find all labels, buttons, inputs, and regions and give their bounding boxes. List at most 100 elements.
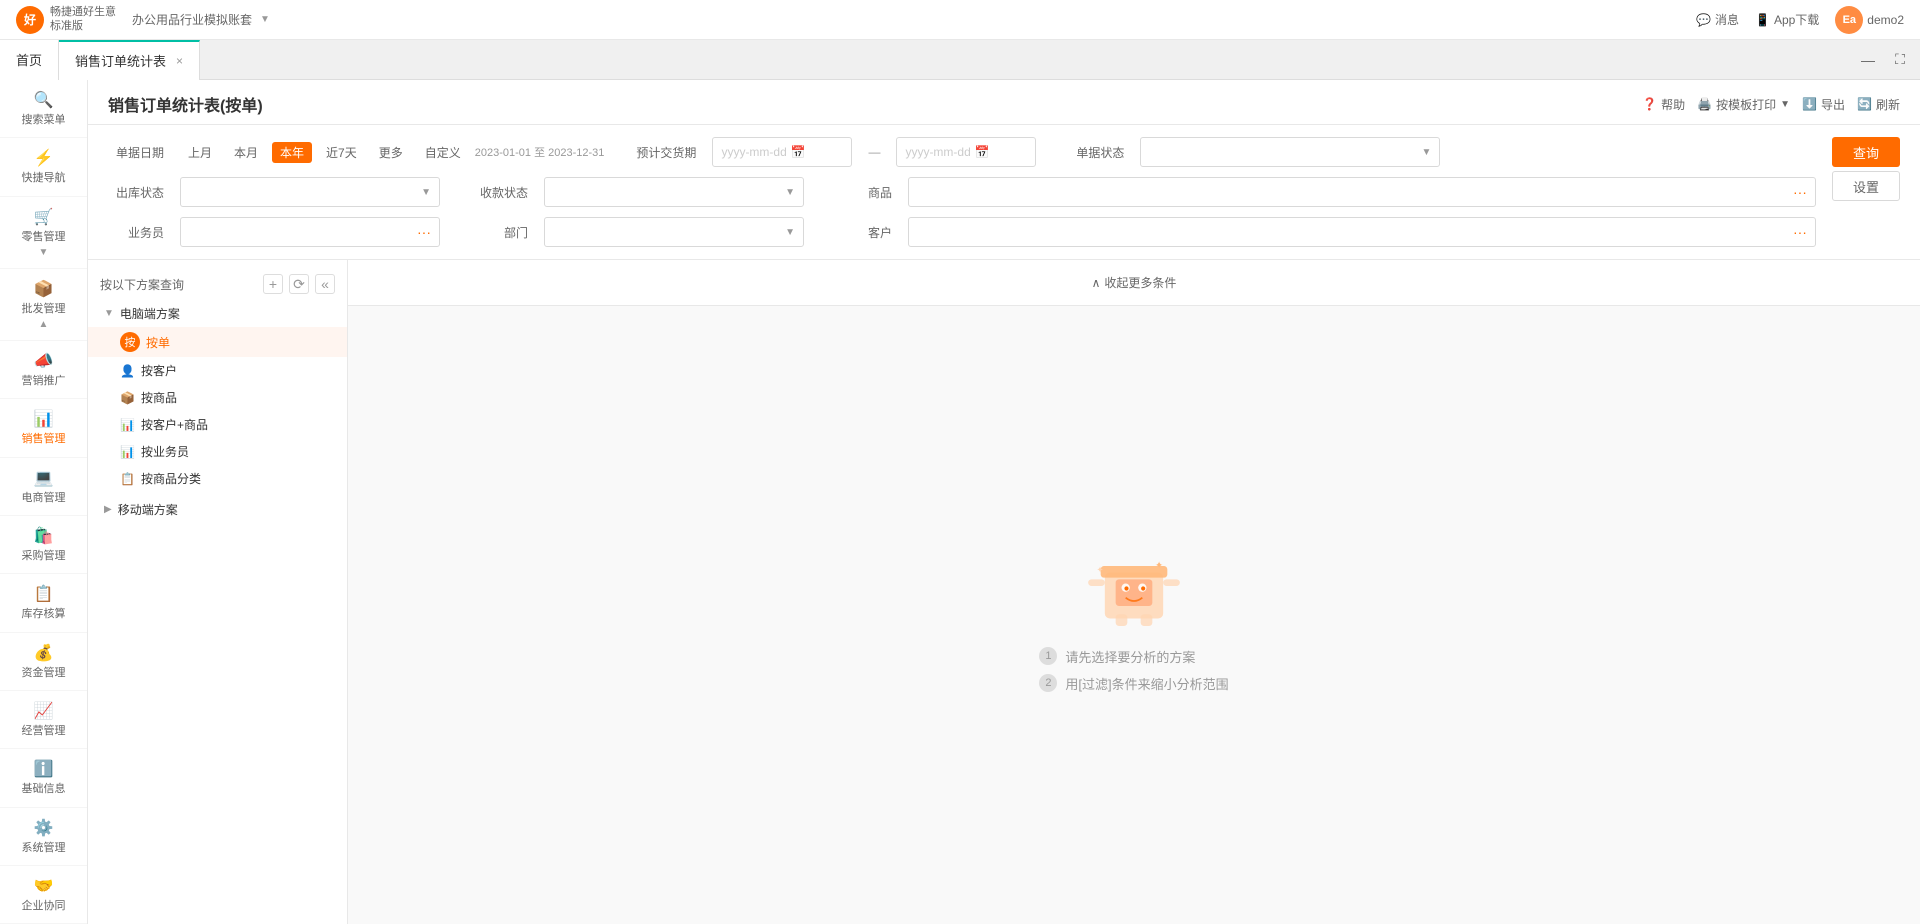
goods-input[interactable]: ··· (908, 177, 1816, 207)
date-this-month-btn[interactable]: 本月 (226, 142, 266, 163)
system-icon: ⚙️ (34, 818, 54, 838)
tree-item-by-goods-category[interactable]: 📋 按商品分类 (88, 465, 347, 492)
ecommerce-icon: 💻 (34, 468, 54, 488)
sidebar-item-operations[interactable]: 📈 经营管理 (0, 691, 87, 749)
sidebar-item-inventory[interactable]: 📋 库存核算 (0, 574, 87, 632)
marketing-icon: 📣 (34, 351, 54, 371)
help-icon: ❓ (1642, 97, 1657, 111)
tree-item-by-customer-goods[interactable]: 📊 按客户+商品 (88, 411, 347, 438)
date-more-btn[interactable]: 更多 (371, 142, 411, 163)
filter-area: 单据日期 上月 本月 本年 近7天 更多 自定义 2023-01-01 至 20… (88, 125, 1920, 260)
tree-item-by-customer[interactable]: 👤 按客户 (88, 357, 347, 384)
tab-close-button[interactable]: × (176, 54, 183, 68)
tree-item-by-goods[interactable]: 📦 按商品 (88, 384, 347, 411)
customer-label: 客户 (836, 224, 892, 241)
customer-input[interactable]: ··· (908, 217, 1816, 247)
sidebar-item-system[interactable]: ⚙️ 系统管理 (0, 808, 87, 866)
export-button[interactable]: ⬇️ 导出 (1802, 96, 1845, 113)
mobile-tree-expand-icon: ▶ (104, 504, 112, 515)
bill-status-select[interactable]: ▼ (1140, 137, 1440, 167)
query-buttons: 查询 设置 (1832, 137, 1900, 201)
quick-nav-icon: ⚡ (34, 148, 54, 168)
app-download-button[interactable]: 📱 App下载 (1755, 11, 1819, 28)
template-print-button[interactable]: 🖨️ 按模板打印 ▼ (1697, 96, 1790, 113)
tab-maximize-button[interactable]: ⛶ (1888, 48, 1912, 72)
date-last-month-btn[interactable]: 上月 (180, 142, 220, 163)
settings-button[interactable]: 设置 (1832, 171, 1900, 201)
panel-add-button[interactable]: + (263, 274, 283, 294)
operations-icon: 📈 (34, 701, 54, 721)
user-profile[interactable]: Ea demo2 (1835, 6, 1904, 34)
top-bar-left: 好 畅捷通好生意 标准版 办公用品行业模拟账套 ▼ (16, 6, 270, 34)
collapse-more-button[interactable]: ∧ 收起更多条件 (1086, 268, 1183, 297)
refresh-icon: 🔄 (1857, 97, 1872, 111)
date-7days-btn[interactable]: 近7天 (318, 142, 365, 163)
sidebar-item-search-menu[interactable]: 🔍 搜索菜单 (0, 80, 87, 138)
tree-expand-icon: ▼ (104, 308, 114, 319)
download-icon: 📱 (1755, 13, 1770, 27)
date-separator: — (868, 145, 880, 159)
sidebar-item-enterprise[interactable]: 🤝 企业协同 (0, 866, 87, 924)
logo-area: 好 畅捷通好生意 标准版 (16, 6, 116, 34)
delivery-status-dropdown-icon: ▼ (421, 187, 431, 198)
sidebar-item-procurement[interactable]: 🛍️ 采购管理 (0, 516, 87, 574)
retail-expand-icon: ▼ (39, 247, 49, 258)
top-bar-right: 💬 消息 📱 App下载 Ea demo2 (1696, 6, 1904, 34)
breadcrumb-dropdown-icon[interactable]: ▼ (260, 14, 270, 25)
tree-section-mobile[interactable]: ▶ 移动端方案 (88, 496, 347, 523)
delivery-status-select[interactable]: ▼ (180, 177, 440, 207)
salesperson-more-button[interactable]: ··· (417, 224, 431, 240)
goods-more-button[interactable]: ··· (1793, 184, 1807, 200)
tab-home[interactable]: 首页 (0, 40, 59, 80)
wholesale-icon: 📦 (34, 279, 54, 299)
salesperson-label: 业务员 (108, 224, 164, 241)
salesperson-input[interactable]: ··· (180, 217, 440, 247)
tip-number-1: 1 (1039, 647, 1057, 665)
logo-text: 畅捷通好生意 标准版 (50, 6, 116, 32)
wholesale-expand-icon: ▲ (39, 319, 49, 330)
panel-collapse-icon: « (321, 276, 329, 292)
tab-sales-order-stats[interactable]: 销售订单统计表 × (59, 40, 200, 80)
refresh-button[interactable]: 🔄 刷新 (1857, 96, 1900, 113)
avatar: Ea (1835, 6, 1863, 34)
content-body: 按以下方案查询 + ⟳ « ▼ 电脑端 (88, 260, 1920, 924)
message-icon: 💬 (1696, 13, 1711, 27)
sidebar-item-finance[interactable]: 💰 资金管理 (0, 633, 87, 691)
payment-status-select[interactable]: ▼ (544, 177, 804, 207)
sidebar-item-sales[interactable]: 📊 销售管理 (0, 399, 87, 457)
sidebar-item-retail[interactable]: 🛒 零售管理 ▼ (0, 197, 87, 269)
date-shortcuts: 上月 本月 本年 近7天 更多 自定义 2023-01-01 至 2023-12… (180, 142, 604, 163)
date-this-year-btn[interactable]: 本年 (272, 142, 312, 163)
help-button[interactable]: ❓ 帮助 (1642, 96, 1685, 113)
filter-row-3: 业务员 ··· 部门 ▼ 客户 ··· (108, 217, 1816, 247)
tab-minimize-button[interactable]: — (1856, 48, 1880, 72)
goods-tree-icon: 📦 (120, 391, 135, 405)
panel-collapse-button[interactable]: « (315, 274, 335, 294)
procurement-icon: 🛍️ (34, 526, 54, 546)
tree-section-pc[interactable]: ▼ 电脑端方案 (88, 300, 347, 327)
expected-date-start[interactable]: yyyy-mm-dd 📅 (712, 137, 852, 167)
payment-status-label: 收款状态 (472, 184, 528, 201)
panel-refresh-button[interactable]: ⟳ (289, 274, 309, 294)
page-title: 销售订单统计表(按单) (108, 92, 263, 116)
sidebar-item-quick-nav[interactable]: ⚡ 快捷导航 (0, 138, 87, 196)
query-button[interactable]: 查询 (1832, 137, 1900, 167)
customer-more-button[interactable]: ··· (1793, 224, 1807, 240)
tree-item-by-salesperson[interactable]: 📊 按业务员 (88, 438, 347, 465)
main-layout: 🔍 搜索菜单 ⚡ 快捷导航 🛒 零售管理 ▼ 📦 批发管理 ▲ 📣 营销推广 📊… (0, 80, 1920, 924)
sidebar-item-ecommerce[interactable]: 💻 电商管理 (0, 458, 87, 516)
sidebar-item-basic[interactable]: ℹ️ 基础信息 (0, 749, 87, 807)
sidebar-item-wholesale[interactable]: 📦 批发管理 ▲ (0, 269, 87, 341)
expected-date-end[interactable]: yyyy-mm-dd 📅 (896, 137, 1036, 167)
page-header: 销售订单统计表(按单) ❓ 帮助 🖨️ 按模板打印 ▼ ⬇️ 导出 🔄 刷新 (88, 80, 1920, 125)
date-custom-btn[interactable]: 自定义 (417, 142, 469, 163)
message-button[interactable]: 💬 消息 (1696, 11, 1739, 28)
panel-refresh-icon: ⟳ (293, 276, 305, 293)
retail-icon: 🛒 (34, 207, 54, 227)
department-select[interactable]: ▼ (544, 217, 804, 247)
sidebar-item-marketing[interactable]: 📣 营销推广 (0, 341, 87, 399)
top-bar: 好 畅捷通好生意 标准版 办公用品行业模拟账套 ▼ 💬 消息 📱 App下载 E… (0, 0, 1920, 40)
filter-row-1: 单据日期 上月 本月 本年 近7天 更多 自定义 2023-01-01 至 20… (108, 137, 1816, 167)
date-range-display: 2023-01-01 至 2023-12-31 (475, 144, 605, 160)
tree-item-by-order[interactable]: 按 按单 (88, 327, 347, 357)
